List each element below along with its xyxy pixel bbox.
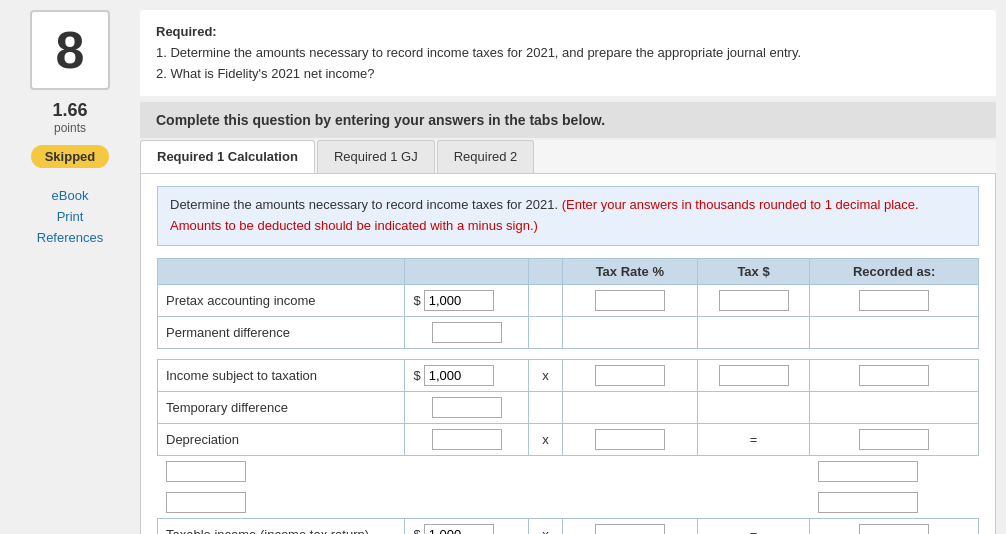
content-area: Determine the amounts necessary to recor…: [140, 174, 996, 534]
col-header-recorded: Recorded as:: [810, 258, 979, 284]
row-taxdollar-temp: [697, 391, 809, 423]
dollar-sign-pretax: $: [413, 293, 420, 308]
table-row: Taxable income (income tax return) $ x: [158, 518, 979, 534]
right-panel: Required: 1. Determine the amounts neces…: [140, 10, 996, 534]
calculation-table: Tax Rate % Tax $ Recorded as: Pretax acc…: [157, 258, 979, 534]
row-recorded-temp: [810, 391, 979, 423]
row-label-taxable-income: Taxable income (income tax return): [158, 518, 405, 534]
row-recorded-pretax: [810, 284, 979, 316]
income-recorded-input[interactable]: [859, 365, 929, 386]
row-recorded-taxable: [810, 518, 979, 534]
col-header-taxrate: Tax Rate %: [562, 258, 697, 284]
pretax-taxdollar-input[interactable]: [719, 290, 789, 311]
temp-amount-input[interactable]: [432, 397, 502, 418]
row-taxdollar-permanent: [697, 316, 809, 348]
row-label-permanent: Permanent difference: [158, 316, 405, 348]
row-label-income-subject: Income subject to taxation: [158, 359, 405, 391]
row-taxrate-temp: [562, 391, 697, 423]
depreciation-taxrate-input[interactable]: [595, 429, 665, 450]
points-value: 1.66: [52, 100, 87, 121]
row-label-temp-diff: Temporary difference: [158, 391, 405, 423]
col-header-mult: [529, 258, 563, 284]
step2-text: 2. What is Fidelity's 2021 net income?: [156, 66, 375, 81]
extra-input-1[interactable]: [166, 461, 246, 482]
row-recorded-depreciation: [810, 423, 979, 455]
instructions: Required: 1. Determine the amounts neces…: [140, 10, 996, 96]
taxable-recorded-input[interactable]: [859, 524, 929, 534]
row-mult-pretax: [529, 284, 563, 316]
row-taxrate-taxable: [562, 518, 697, 534]
problem-number: 8: [30, 10, 110, 90]
row-amount-permanent: [405, 316, 529, 348]
spacer-row-3: [158, 487, 979, 519]
row-recorded-permanent: [810, 316, 979, 348]
extra-input-2[interactable]: [166, 492, 246, 513]
row-equals-depreciation: =: [697, 423, 809, 455]
print-link[interactable]: Print: [57, 209, 84, 224]
tab-req2[interactable]: Required 2: [437, 140, 535, 173]
references-link[interactable]: References: [37, 230, 103, 245]
row-recorded-income: [810, 359, 979, 391]
required-label: Required:: [156, 24, 217, 39]
row-amount-taxable-income: $: [405, 518, 529, 534]
extra-recorded-2[interactable]: [818, 492, 918, 513]
ebook-link[interactable]: eBook: [52, 188, 89, 203]
row-equals-taxable: =: [697, 518, 809, 534]
row-amount-temp: [405, 391, 529, 423]
complete-bar: Complete this question by entering your …: [140, 102, 996, 138]
pretax-recorded-input[interactable]: [859, 290, 929, 311]
row-taxrate-income: [562, 359, 697, 391]
row-mult-depreciation: x: [529, 423, 563, 455]
status-badge: Skipped: [31, 145, 110, 168]
extra-recorded-1[interactable]: [818, 461, 918, 482]
left-panel: 8 1.66 points Skipped eBook Print Refere…: [10, 10, 130, 534]
table-row: Depreciation x =: [158, 423, 979, 455]
spacer-row-2: [158, 455, 979, 487]
tabs-row: Required 1 Calculation Required 1 GJ Req…: [140, 140, 996, 174]
pretax-taxrate-input[interactable]: [595, 290, 665, 311]
row-taxrate-permanent: [562, 316, 697, 348]
taxable-taxrate-input[interactable]: [595, 524, 665, 534]
row-amount-depreciation: [405, 423, 529, 455]
col-header-label: [158, 258, 405, 284]
row-amount-pretax: $: [405, 284, 529, 316]
row-label-depreciation: Depreciation: [158, 423, 405, 455]
tab-req1calc[interactable]: Required 1 Calculation: [140, 140, 315, 173]
row-label-pretax: Pretax accounting income: [158, 284, 405, 316]
row-taxrate-pretax: [562, 284, 697, 316]
row-mult-permanent: [529, 316, 563, 348]
pretax-amount-input[interactable]: [424, 290, 494, 311]
income-taxrate-input[interactable]: [595, 365, 665, 386]
depreciation-amount-input[interactable]: [432, 429, 502, 450]
row-taxrate-depreciation: [562, 423, 697, 455]
info-box: Determine the amounts necessary to recor…: [157, 186, 979, 246]
dollar-sign-income: $: [413, 368, 420, 383]
step1-text: 1. Determine the amounts necessary to re…: [156, 45, 801, 60]
row-mult-taxable: x: [529, 518, 563, 534]
left-links: eBook Print References: [37, 188, 103, 245]
info-main-text: Determine the amounts necessary to recor…: [170, 197, 558, 212]
col-header-amount: [405, 258, 529, 284]
income-amount-input[interactable]: [424, 365, 494, 386]
col-header-taxdollar: Tax $: [697, 258, 809, 284]
row-taxdollar-pretax: [697, 284, 809, 316]
row-taxdollar-income: [697, 359, 809, 391]
dollar-sign-taxable: $: [413, 527, 420, 534]
row-amount-income-subject: $: [405, 359, 529, 391]
spacer-row-1: [158, 348, 979, 359]
tab-req1gj[interactable]: Required 1 GJ: [317, 140, 435, 173]
permanent-amount-input[interactable]: [432, 322, 502, 343]
table-row: Income subject to taxation $ x: [158, 359, 979, 391]
points-label: points: [52, 121, 87, 135]
table-wrapper: Tax Rate % Tax $ Recorded as: Pretax acc…: [157, 258, 979, 534]
row-mult-income: x: [529, 359, 563, 391]
table-row: Pretax accounting income $: [158, 284, 979, 316]
table-row: Permanent difference: [158, 316, 979, 348]
depreciation-recorded-input[interactable]: [859, 429, 929, 450]
row-mult-temp: [529, 391, 563, 423]
income-taxdollar-input[interactable]: [719, 365, 789, 386]
taxable-amount-input[interactable]: [424, 524, 494, 534]
table-row: Temporary difference: [158, 391, 979, 423]
